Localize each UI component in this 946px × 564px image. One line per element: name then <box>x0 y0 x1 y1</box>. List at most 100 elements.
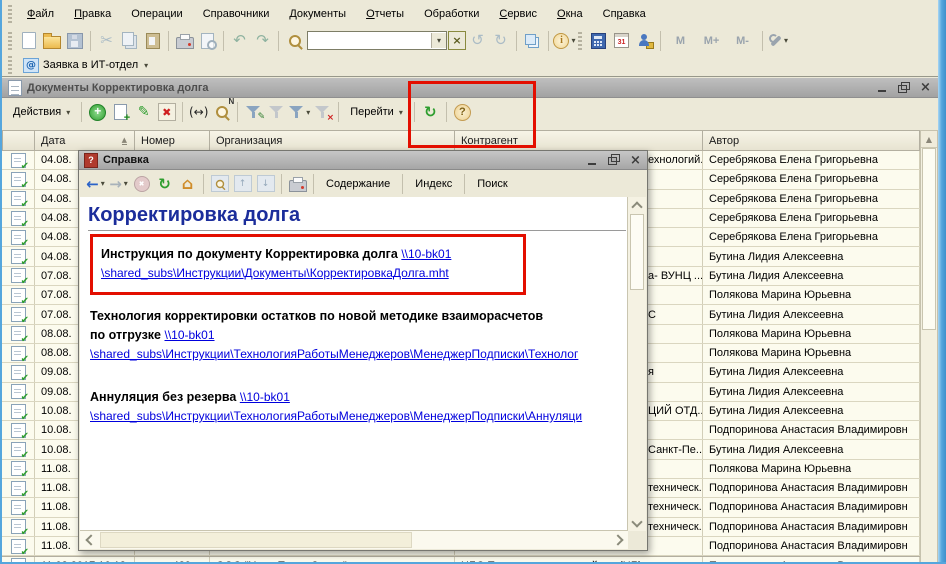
table-vertical-scrollbar[interactable]: ▲ <box>920 130 938 564</box>
help-view-button[interactable] <box>208 172 231 196</box>
help-window-titlebar[interactable]: ? Справка × <box>79 151 647 170</box>
print-button[interactable] <box>173 29 196 53</box>
scroll-up-icon[interactable]: ▲ <box>921 131 937 148</box>
server-link[interactable]: \\10-bk01 <box>240 390 290 404</box>
tab-index[interactable]: Индекс <box>407 174 460 194</box>
actions-button[interactable]: Действия ▾ <box>6 103 77 121</box>
menu-file[interactable]: Файл <box>17 3 64 25</box>
help-print-button[interactable] <box>286 172 309 196</box>
help-minimize-button[interactable] <box>585 154 598 166</box>
restore-button[interactable] <box>897 81 910 94</box>
menu-edit[interactable]: Правка <box>64 3 121 25</box>
tab-contents[interactable]: Содержание <box>318 174 398 194</box>
search-dropdown-icon[interactable]: ▾ <box>431 33 446 48</box>
cut-button[interactable]: ✂ <box>95 29 118 53</box>
help-forward-button[interactable]: → ▾ <box>107 172 130 196</box>
it-request-button[interactable]: @ Заявка в ИТ-отдел ▾ <box>17 56 154 75</box>
save-button[interactable] <box>63 29 86 53</box>
filter-button[interactable] <box>265 100 288 124</box>
find-by-number-button[interactable]: N <box>210 97 234 124</box>
filter-settings-button[interactable]: ✎ <box>242 100 265 124</box>
undo-button[interactable]: ↶ <box>228 29 251 53</box>
find-next-button[interactable]: ↻ <box>489 29 512 53</box>
close-button[interactable]: × <box>919 80 932 95</box>
menu-help[interactable]: Справка <box>593 3 656 25</box>
scrollbar-thumb[interactable] <box>100 532 412 548</box>
memory-recall-button[interactable]: M <box>665 29 696 53</box>
copy-icon <box>122 32 134 46</box>
row-author-cell: Подпоринова Анастасия Владимировн <box>703 479 920 498</box>
help-back-button[interactable]: ← ▾ <box>84 172 107 196</box>
path-link[interactable]: \shared_subs\Инструкции\Документы\Коррек… <box>101 264 517 283</box>
toolbar-grip[interactable] <box>578 31 582 50</box>
clear-search-button[interactable]: × <box>448 31 466 50</box>
menu-catalogs[interactable]: Справочники <box>193 3 280 25</box>
memory-add-button[interactable]: M+ <box>696 29 727 53</box>
calculator-button[interactable] <box>587 29 610 53</box>
path-link[interactable]: \shared_subs\Инструкции\ТехнологияРаботы… <box>90 345 626 364</box>
scroll-down-icon[interactable] <box>628 515 646 531</box>
calendar-button[interactable]: 31 <box>610 29 633 53</box>
help-next-topic-button[interactable]: ↓ <box>254 172 277 196</box>
column-header-icon[interactable] <box>2 130 35 151</box>
toolbar-grip[interactable] <box>8 31 12 50</box>
minimize-button[interactable] <box>875 82 888 94</box>
copy-item-button[interactable] <box>109 100 132 124</box>
server-link[interactable]: \\10-bk01 <box>164 328 214 342</box>
help-horizontal-scrollbar[interactable] <box>80 530 628 549</box>
column-header-author[interactable]: Автор <box>703 130 920 151</box>
help-vertical-scrollbar[interactable] <box>627 197 646 531</box>
menu-documents[interactable]: Документы <box>279 3 356 25</box>
delete-button[interactable]: ✖ <box>155 100 178 124</box>
menu-operations[interactable]: Операции <box>121 3 192 25</box>
help-maximize-button[interactable] <box>607 154 620 166</box>
find-previous-button[interactable]: ↺ <box>466 29 489 53</box>
row-author-cell: Подпоринова Анастасия Владимировн <box>703 421 920 440</box>
search-input[interactable]: ▾ <box>307 31 447 50</box>
go-to-button[interactable]: Перейти ▾ <box>343 103 410 121</box>
scroll-right-icon[interactable] <box>610 531 628 549</box>
server-link[interactable]: \\10-bk01 <box>401 247 451 261</box>
clear-filter-button[interactable]: × <box>311 100 334 124</box>
tab-search[interactable]: Поиск <box>469 174 515 194</box>
new-document-button[interactable] <box>17 29 40 53</box>
print-preview-button[interactable] <box>196 29 219 53</box>
menu-reports[interactable]: Отчеты <box>356 3 414 25</box>
menu-processing[interactable]: Обработки <box>414 3 489 25</box>
document-posted-icon <box>11 422 29 439</box>
redo-button[interactable]: ↷ <box>251 29 274 53</box>
scrollbar-thumb[interactable] <box>630 214 644 290</box>
filter-history-button[interactable]: ▾ <box>288 100 311 124</box>
row-author-cell: Бутина Лидия Алексеевна <box>703 363 920 382</box>
help-home-button[interactable]: ⌂ <box>176 172 199 196</box>
path-link[interactable]: \shared_subs\Инструкции\ТехнологияРаботы… <box>90 407 626 426</box>
help-refresh-button[interactable]: ↻ <box>153 172 176 196</box>
column-header-date[interactable]: Дата ▲ <box>35 130 135 151</box>
search-button[interactable] <box>283 29 306 53</box>
help-content: Корректировка долга Инструкция по докуме… <box>80 197 628 531</box>
toolbar-grip[interactable] <box>8 4 12 23</box>
user-permissions-button[interactable] <box>633 29 656 53</box>
scrollbar-thumb[interactable] <box>922 148 936 330</box>
toolbar-grip[interactable] <box>8 56 12 74</box>
edit-button[interactable]: ✎ <box>132 100 155 124</box>
column-header-number[interactable]: Номер <box>135 130 210 151</box>
help-stop-button[interactable]: ✖ <box>130 172 153 196</box>
info-button[interactable]: i ▾ <box>553 29 576 53</box>
help-previous-topic-button[interactable]: ↑ <box>231 172 254 196</box>
memory-subtract-button[interactable]: M- <box>727 29 758 53</box>
paste-button[interactable] <box>141 29 164 53</box>
open-button[interactable] <box>40 29 63 53</box>
menu-windows[interactable]: Окна <box>547 3 593 25</box>
help-close-button[interactable]: × <box>629 153 642 168</box>
set-period-button[interactable]: (↔) <box>187 100 210 124</box>
open-windows-button[interactable] <box>521 29 544 53</box>
add-button[interactable]: + <box>86 100 109 124</box>
menu-service[interactable]: Сервис <box>489 3 547 25</box>
scroll-up-icon[interactable] <box>628 197 646 213</box>
copy-button[interactable] <box>118 29 141 53</box>
scroll-left-icon[interactable] <box>80 531 98 549</box>
window-frame-right[interactable] <box>938 0 946 564</box>
settings-button[interactable]: ▾ <box>767 29 790 53</box>
document-posted-icon <box>11 268 29 285</box>
